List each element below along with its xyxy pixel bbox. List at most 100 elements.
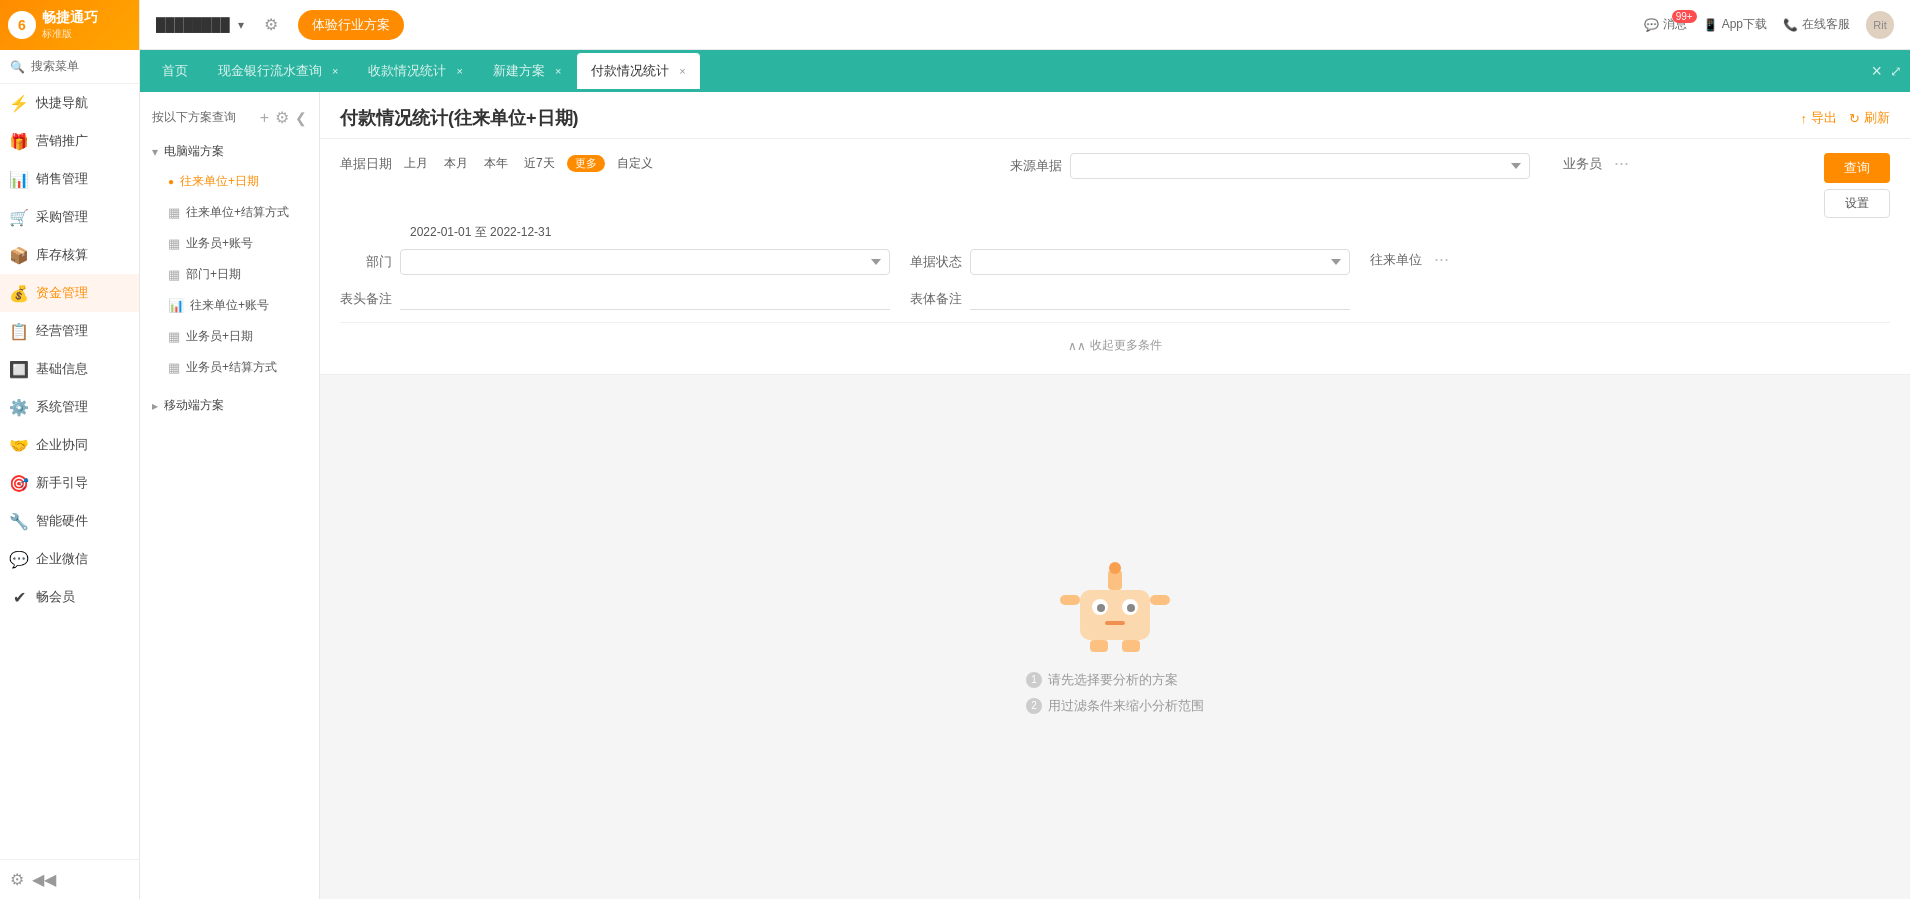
query-button[interactable]: 查询 bbox=[1824, 153, 1890, 183]
topbar-right: 💬 消息 99+ 📱 App下载 📞 在线客服 Rit bbox=[1644, 11, 1894, 39]
footer-settings-icon[interactable]: ⚙ bbox=[10, 870, 24, 889]
basic-icon: 🔲 bbox=[10, 360, 28, 378]
search-menu[interactable]: 🔍 搜索菜单 bbox=[0, 50, 139, 84]
staff-dots[interactable]: ··· bbox=[1614, 153, 1629, 174]
source-bill-select[interactable] bbox=[1070, 153, 1530, 179]
export-button[interactable]: ↑ 导出 bbox=[1801, 109, 1838, 127]
scheme-mobile-group-header[interactable]: ▸ 移动端方案 bbox=[140, 391, 319, 420]
avatar[interactable]: Rit bbox=[1866, 11, 1894, 39]
svg-point-2 bbox=[1109, 562, 1121, 574]
sidebar-label-inventory: 库存核算 bbox=[36, 246, 88, 264]
date-opt-last-month[interactable]: 上月 bbox=[400, 153, 432, 174]
scheme-item-unit-date[interactable]: ● 往来单位+日期 bbox=[140, 166, 319, 197]
scheme-icon-4: 📊 bbox=[168, 298, 184, 313]
table-head-note-group: 表头备注 bbox=[340, 287, 890, 310]
sidebar-item-wechat[interactable]: 💬 企业微信 bbox=[0, 540, 139, 578]
tab-receivable[interactable]: 收款情况统计 × bbox=[354, 53, 476, 89]
sidebar-item-member[interactable]: ✔ 畅会员 bbox=[0, 578, 139, 616]
source-bill-group: 来源单据 bbox=[1010, 153, 1530, 179]
related-unit-dots[interactable]: ··· bbox=[1434, 249, 1449, 270]
svg-point-6 bbox=[1127, 604, 1135, 612]
staff-label: 业务员 bbox=[1550, 155, 1602, 173]
dept-select[interactable] bbox=[400, 249, 890, 275]
sidebar-item-corp[interactable]: 🤝 企业协同 bbox=[0, 426, 139, 464]
table-head-note-input[interactable] bbox=[400, 287, 890, 310]
online-service-button[interactable]: 📞 在线客服 bbox=[1783, 16, 1850, 33]
scheme-settings-icon[interactable]: ⚙ bbox=[275, 108, 289, 127]
svg-rect-10 bbox=[1090, 640, 1108, 652]
scheme-item-unit-settlement[interactable]: ▦ 往来单位+结算方式 bbox=[140, 197, 319, 228]
sidebar-label-hardware: 智能硬件 bbox=[36, 512, 88, 530]
scheme-collapse-icon[interactable]: ❮ bbox=[295, 110, 307, 126]
scheme-item-dept-date[interactable]: ▦ 部门+日期 bbox=[140, 259, 319, 290]
bill-status-select[interactable] bbox=[970, 249, 1350, 275]
scheme-item-staff-settlement[interactable]: ▦ 业务员+结算方式 bbox=[140, 352, 319, 383]
date-opt-this-year[interactable]: 本年 bbox=[480, 153, 512, 174]
app-download-button[interactable]: 📱 App下载 bbox=[1703, 16, 1767, 33]
scheme-item-unit-account[interactable]: 📊 往来单位+账号 bbox=[140, 290, 319, 321]
tab-payment-close[interactable]: × bbox=[679, 65, 685, 77]
sidebar-item-quick-nav[interactable]: ⚡ 快捷导航 bbox=[0, 84, 139, 122]
empty-area: 1 请先选择要分析的方案 2 用过滤条件来缩小分析范围 bbox=[320, 375, 1910, 899]
scheme-icon-3: ▦ bbox=[168, 267, 180, 282]
footer-collapse-icon[interactable]: ◀◀ bbox=[32, 870, 56, 889]
scheme-item-staff-account-label: 业务员+账号 bbox=[186, 235, 253, 252]
tab-home[interactable]: 首页 bbox=[148, 53, 202, 89]
table-head-note-label: 表头备注 bbox=[340, 290, 392, 308]
sidebar-item-hardware[interactable]: 🔧 智能硬件 bbox=[0, 502, 139, 540]
topbar-gear-icon[interactable]: ⚙ bbox=[264, 15, 278, 34]
refresh-button[interactable]: ↻ 刷新 bbox=[1849, 109, 1890, 127]
export-icon: ↑ bbox=[1801, 111, 1808, 126]
sidebar-item-operation[interactable]: 📋 经营管理 bbox=[0, 312, 139, 350]
scheme-item-staff-date[interactable]: ▦ 业务员+日期 bbox=[140, 321, 319, 352]
tabbar-expand-icon[interactable]: ⤢ bbox=[1890, 63, 1902, 79]
scheme-panel-actions: + ⚙ ❮ bbox=[260, 108, 307, 127]
sidebar-item-sales[interactable]: 📊 销售管理 bbox=[0, 160, 139, 198]
message-button[interactable]: 💬 消息 99+ bbox=[1644, 16, 1687, 33]
demo-button[interactable]: 体验行业方案 bbox=[298, 10, 404, 40]
scheme-pc-group-header[interactable]: ▾ 电脑端方案 bbox=[140, 137, 319, 166]
company-dropdown-arrow[interactable]: ▾ bbox=[238, 18, 244, 32]
date-opt-more[interactable]: 更多 bbox=[567, 155, 605, 172]
sidebar-item-finance[interactable]: 💰 资金管理 bbox=[0, 274, 139, 312]
date-opt-7days[interactable]: 近7天 bbox=[520, 153, 559, 174]
sidebar-label-basic: 基础信息 bbox=[36, 360, 88, 378]
sidebar-header: 6 畅捷通巧 标准版 bbox=[0, 0, 139, 50]
tabbar-close-icon[interactable]: × bbox=[1871, 61, 1882, 82]
tab-payment[interactable]: 付款情况统计 × bbox=[577, 53, 699, 89]
sidebar-label-purchase: 采购管理 bbox=[36, 208, 88, 226]
content-area: 付款情况统计(往来单位+日期) ↑ 导出 ↻ 刷新 bbox=[320, 92, 1910, 899]
sidebar-item-basic[interactable]: 🔲 基础信息 bbox=[0, 350, 139, 388]
sidebar-item-system[interactable]: ⚙️ 系统管理 bbox=[0, 388, 139, 426]
tab-cashflow[interactable]: 现金银行流水查询 × bbox=[204, 53, 352, 89]
tab-cashflow-close[interactable]: × bbox=[332, 65, 338, 77]
date-opt-this-month[interactable]: 本月 bbox=[440, 153, 472, 174]
collapse-label: 收起更多条件 bbox=[1090, 337, 1162, 354]
bill-status-label: 单据状态 bbox=[910, 253, 962, 271]
scheme-icon-6: ▦ bbox=[168, 360, 180, 375]
sidebar-label-system: 系统管理 bbox=[36, 398, 88, 416]
scheme-pc-group: ▾ 电脑端方案 ● 往来单位+日期 ▦ 往来单位+结算方式 ▦ 业务员+账号 ▦ bbox=[140, 133, 319, 387]
scheme-add-icon[interactable]: + bbox=[260, 109, 269, 127]
sidebar-item-purchase[interactable]: 🛒 采购管理 bbox=[0, 198, 139, 236]
filter-area: 单据日期 上月 本月 本年 近7天 更多 自定义 来源单据 bbox=[320, 139, 1910, 375]
tab-newscheme[interactable]: 新建方案 × bbox=[479, 53, 575, 89]
tab-newscheme-close[interactable]: × bbox=[555, 65, 561, 77]
related-unit-group: 往来单位 ··· bbox=[1370, 249, 1810, 270]
scheme-mobile-group: ▸ 移动端方案 bbox=[140, 387, 319, 424]
sidebar-label-wechat: 企业微信 bbox=[36, 550, 88, 568]
date-opt-custom[interactable]: 自定义 bbox=[613, 153, 657, 174]
collapse-more-button[interactable]: ∧∧ 收起更多条件 bbox=[1068, 331, 1162, 360]
scheme-item-staff-account[interactable]: ▦ 业务员+账号 bbox=[140, 228, 319, 259]
setting-button[interactable]: 设置 bbox=[1824, 189, 1890, 218]
tab-receivable-label: 收款情况统计 bbox=[368, 62, 446, 80]
table-body-note-label: 表体备注 bbox=[910, 290, 962, 308]
table-body-note-input[interactable] bbox=[970, 287, 1350, 310]
sidebar-item-marketing[interactable]: 🎁 营销推广 bbox=[0, 122, 139, 160]
message-badge: 99+ bbox=[1672, 10, 1697, 23]
tab-receivable-close[interactable]: × bbox=[456, 65, 462, 77]
related-unit-label: 往来单位 bbox=[1370, 251, 1422, 269]
sidebar-item-guide[interactable]: 🎯 新手引导 bbox=[0, 464, 139, 502]
avatar-text: Rit bbox=[1873, 19, 1886, 31]
sidebar-item-inventory[interactable]: 📦 库存核算 bbox=[0, 236, 139, 274]
